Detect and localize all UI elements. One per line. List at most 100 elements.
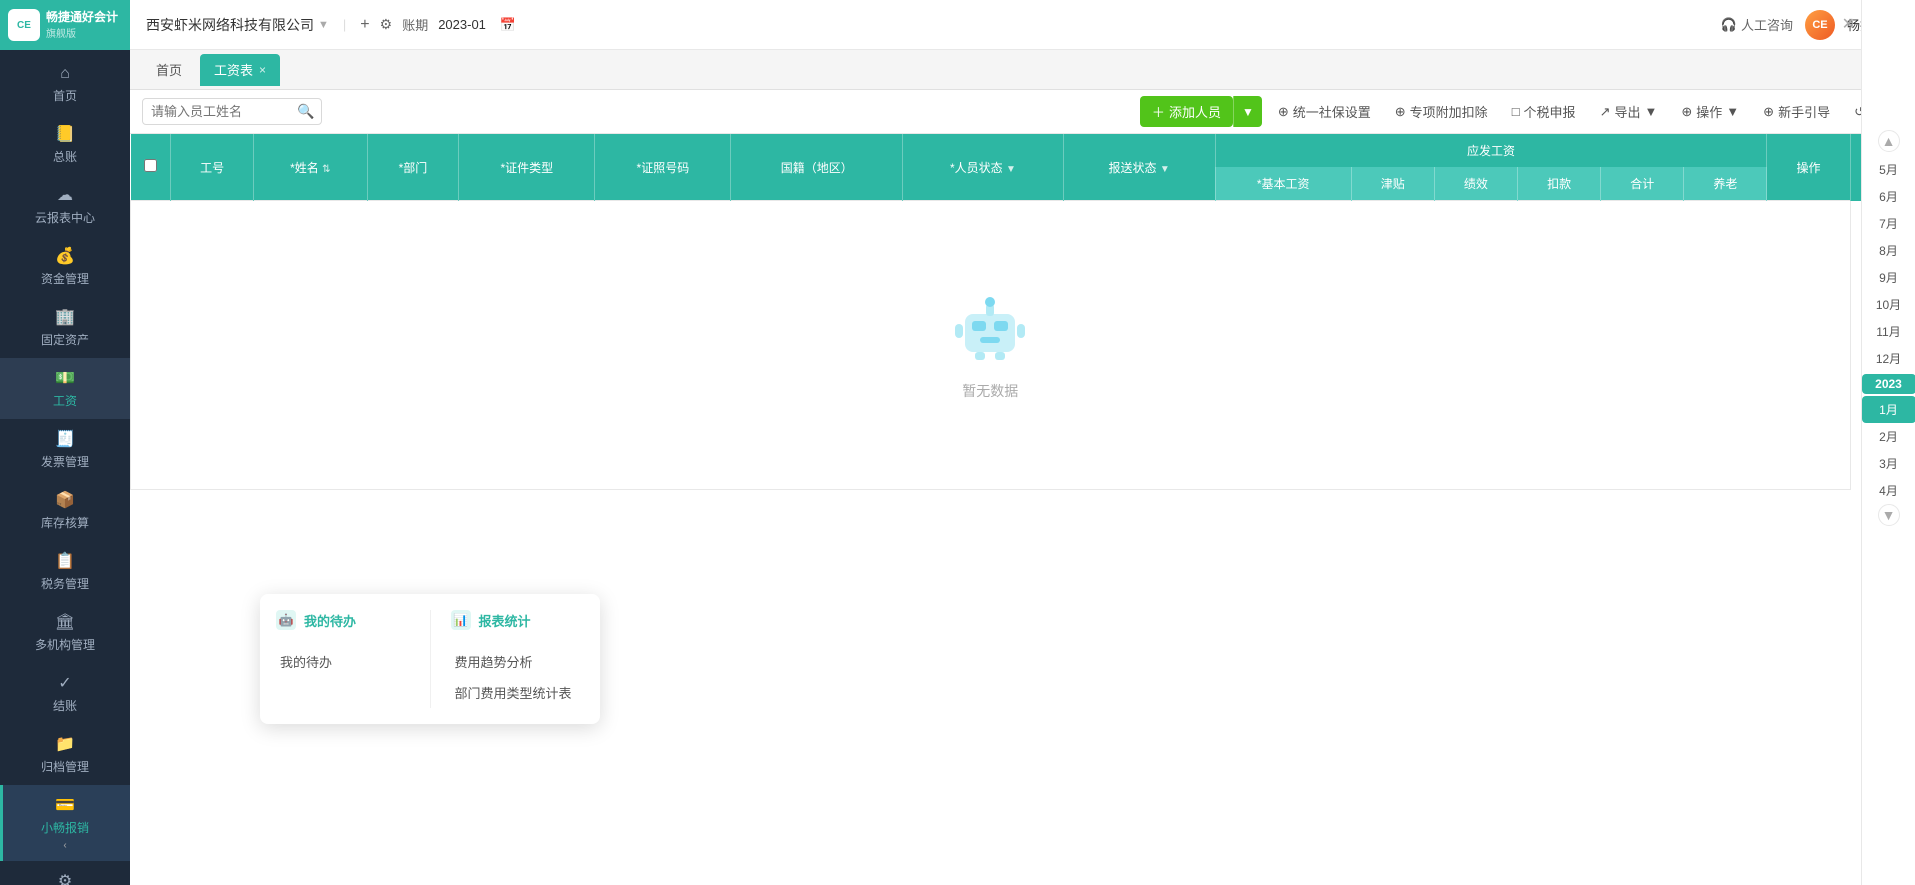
popup-item-trend[interactable]: 费用趋势分析	[451, 646, 585, 677]
sidebar-item-expense[interactable]: 💳 小畅报销 ‹	[0, 785, 130, 861]
sidebar-item-invoice[interactable]: 🧾 发票管理	[0, 419, 130, 480]
empty-icon	[950, 289, 1030, 369]
add-person-dropdown-btn[interactable]: ▼	[1233, 96, 1262, 127]
name-header[interactable]: *姓名 ⇅	[254, 134, 367, 201]
time-month-9[interactable]: 9月	[1862, 264, 1915, 291]
service-btn[interactable]: 🎧 人工咨询	[1721, 15, 1793, 34]
pension-header: 养老	[1684, 167, 1767, 201]
add-person-btn[interactable]: ＋ 添加人员	[1140, 96, 1233, 127]
popup-item-dept-report[interactable]: 部门费用类型统计表	[451, 677, 585, 708]
popup-section1-title: 🤖 我的待办	[276, 610, 410, 636]
time-month-7[interactable]: 7月	[1862, 210, 1915, 237]
special-deduct-icon: ⊕	[1395, 104, 1406, 120]
sidebar-item-multi-org[interactable]: 🏛 多机构管理	[0, 602, 130, 663]
base-salary-header: *基本工资	[1215, 167, 1351, 201]
sidebar-nav: ⌂ 首页 📒 总账 ☁ 云报表中心 💰 资金管理 🏢 固定资产 💵 工资 🧾 发…	[0, 50, 130, 885]
company-name[interactable]: 西安虾米网络科技有限公司 ▼	[146, 15, 329, 35]
time-month-5[interactable]: 5月	[1862, 156, 1915, 183]
time-month-11[interactable]: 11月	[1862, 318, 1915, 345]
logo-title: 畅捷通好会计	[46, 10, 118, 26]
salary-icon: 💵	[55, 368, 75, 388]
time-month-2[interactable]: 2月	[1862, 423, 1915, 450]
app-logo: CE 畅捷通好会计 旗舰版	[0, 0, 130, 50]
popup-section1: 🤖 我的待办 我的待办	[276, 610, 410, 708]
search-icon[interactable]: 🔍	[297, 103, 314, 120]
popup-columns: 🤖 我的待办 我的待办 📊 报表统计 费用趋势分析	[276, 610, 584, 708]
sidebar-item-capital-label: 资金管理	[41, 270, 89, 287]
calendar-icon[interactable]: 📅	[500, 17, 516, 33]
time-month-10[interactable]: 10月	[1862, 291, 1915, 318]
sidebar-item-settlement[interactable]: ✓ 结账	[0, 663, 130, 724]
add-company-btn[interactable]: +	[360, 16, 369, 34]
export-dropdown-icon: ▼	[1644, 104, 1657, 119]
sidebar-item-salary[interactable]: 💵 工资	[0, 358, 130, 419]
sidebar-item-home[interactable]: ⌂ 首页	[0, 55, 130, 114]
empty-text: 暂无数据	[962, 381, 1018, 401]
sidebar-item-settings[interactable]: ⚙ 基础设置	[0, 861, 130, 885]
sidebar-item-tax[interactable]: 📋 税务管理	[0, 541, 130, 602]
capital-icon: 💰	[55, 246, 75, 266]
time-nav-up[interactable]: ▲	[1878, 130, 1900, 152]
search-box[interactable]: 🔍	[142, 98, 322, 125]
tab-salary[interactable]: 工资表 ×	[200, 54, 280, 86]
tax-icon: 📋	[55, 551, 75, 571]
sidebar-item-cloud-report[interactable]: ☁ 云报表中心	[0, 175, 130, 236]
sidebar-item-inventory[interactable]: 📦 库存核算	[0, 480, 130, 541]
time-month-8[interactable]: 8月	[1862, 237, 1915, 264]
time-month-6[interactable]: 6月	[1862, 183, 1915, 210]
time-panel: ▲ 5月 6月 7月 8月 9月 10月 11月 12月 2023 1月 2月 …	[1861, 0, 1915, 885]
time-month-4[interactable]: 4月	[1862, 477, 1915, 504]
expense-icon: 💳	[55, 795, 75, 815]
popup-section1-icon: 🤖	[276, 610, 296, 630]
report-filter-icon[interactable]: ▼	[1160, 164, 1170, 175]
popup-section2-icon: 📊	[451, 610, 471, 630]
export-icon: ↗	[1600, 104, 1611, 120]
operation-btn[interactable]: ⊕ 操作 ▼	[1673, 98, 1747, 125]
settings-icon: ⚙	[58, 871, 72, 885]
logo-subtitle: 旗舰版	[46, 25, 118, 40]
status-header[interactable]: *人员状态 ▼	[903, 134, 1064, 201]
time-nav-down[interactable]: ▼	[1878, 504, 1900, 526]
social-insurance-icon: ⊕	[1278, 104, 1289, 120]
sidebar-item-ledger[interactable]: 📒 总账	[0, 114, 130, 175]
fixed-assets-icon: 🏢	[55, 307, 75, 327]
social-insurance-btn[interactable]: ⊕ 统一社保设置	[1270, 98, 1379, 125]
sidebar-item-capital[interactable]: 💰 资金管理	[0, 236, 130, 297]
sidebar-item-fixed-assets[interactable]: 🏢 固定资产	[0, 297, 130, 358]
tab-close-btn[interactable]: ×	[259, 63, 266, 77]
sidebar-item-fixed-assets-label: 固定资产	[41, 331, 89, 348]
name-sort-icon[interactable]: ⇅	[322, 164, 330, 175]
select-all-header[interactable]	[131, 134, 171, 201]
sidebar-item-invoice-label: 发票管理	[41, 453, 89, 470]
table-wrapper: 工号 *姓名 ⇅ *部门 *证件类型 *证照号码	[130, 134, 1915, 885]
settings-btn[interactable]: ⚙	[380, 16, 393, 33]
time-panel-inner: ▲ 5月 6月 7月 8月 9月 10月 11月 12月 2023 1月 2月 …	[1862, 130, 1915, 530]
personal-tax-icon: □	[1512, 104, 1520, 119]
cert-type-header: *证件类型	[459, 134, 595, 201]
time-month-3[interactable]: 3月	[1862, 450, 1915, 477]
period-label: 账期	[402, 15, 428, 34]
export-btn[interactable]: ↗ 导出 ▼	[1592, 98, 1666, 125]
personal-tax-btn[interactable]: □ 个税申报	[1504, 98, 1584, 125]
cert-no-header: *证照号码	[595, 134, 731, 201]
status-filter-icon[interactable]: ▼	[1006, 164, 1016, 175]
sidebar-item-archive[interactable]: 📁 归档管理	[0, 724, 130, 785]
tab-home[interactable]: 首页	[142, 54, 196, 86]
new-guide-icon: ⊕	[1763, 104, 1774, 120]
select-all-checkbox[interactable]	[144, 159, 157, 172]
popup-section2: 📊 报表统计 费用趋势分析 部门费用类型统计表	[451, 610, 585, 708]
close-window-btn[interactable]: ✕	[1842, 14, 1855, 34]
time-month-1-active[interactable]: 1月	[1862, 396, 1915, 423]
user-avatar: CE	[1805, 10, 1835, 40]
sidebar-item-inventory-label: 库存核算	[41, 514, 89, 531]
new-guide-btn[interactable]: ⊕ 新手引导	[1755, 98, 1838, 125]
special-deduct-btn[interactable]: ⊕ 专项附加扣除	[1387, 98, 1496, 125]
search-input[interactable]	[151, 104, 291, 119]
home-icon: ⌂	[60, 65, 70, 83]
time-month-12[interactable]: 12月	[1862, 345, 1915, 372]
multi-org-icon: 🏛	[55, 612, 75, 632]
report-status-header[interactable]: 报送状态 ▼	[1063, 134, 1215, 201]
sidebar-item-home-label: 首页	[53, 87, 77, 104]
popup-item-todo[interactable]: 我的待办	[276, 646, 410, 677]
bonus-header: 绩效	[1434, 167, 1517, 201]
